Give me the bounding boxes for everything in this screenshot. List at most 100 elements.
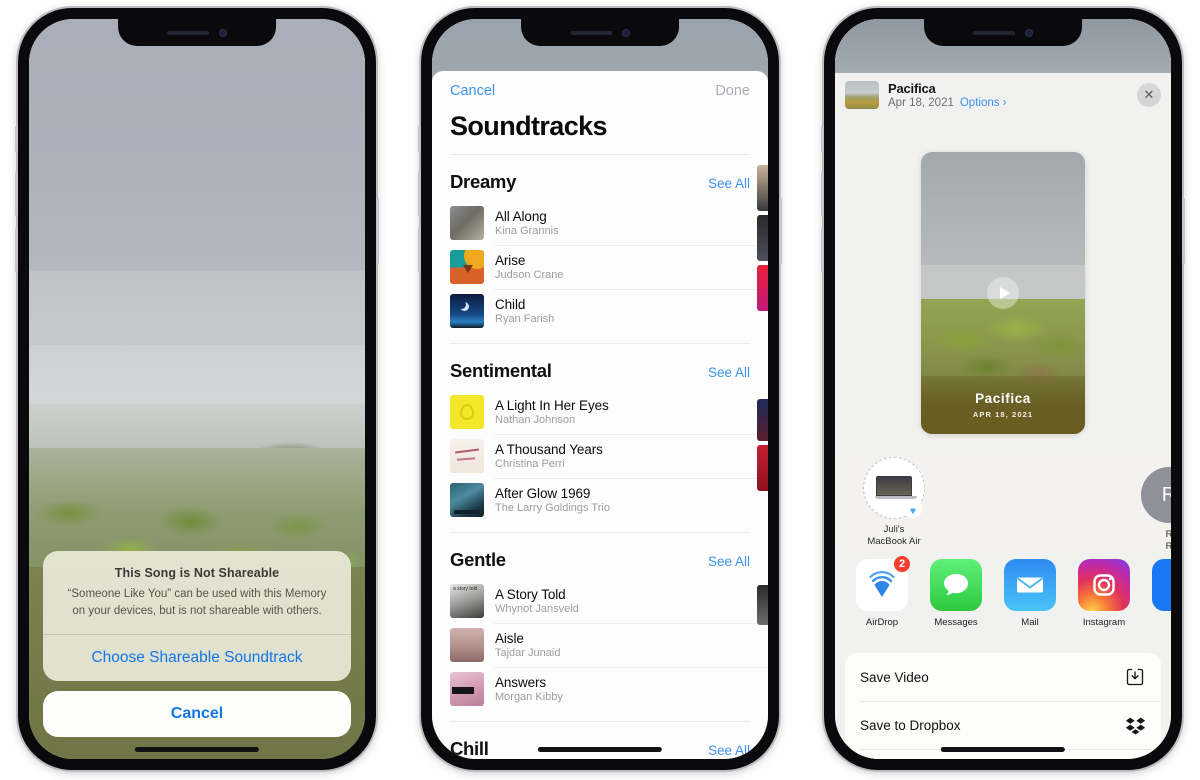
share-header-texts: Pacifica Apr 18, 2021 Options › <box>888 81 1007 109</box>
phone-3-frame: Pacifica Apr 18, 2021 Options › ✕ Pacifi… <box>821 8 1185 770</box>
share-app-messages[interactable]: Messages <box>927 559 985 641</box>
airdrop-target-partial[interactable]: R <box>1141 467 1171 523</box>
section-title: Sentimental <box>450 360 552 381</box>
messages-icon <box>930 559 982 611</box>
three-phone-screenshot: This Song is Not Shareable “Someone Like… <box>0 0 1200 780</box>
song-meta: After Glow 1969 The Larry Goldings Trio <box>495 483 610 517</box>
song-title: Child <box>495 297 526 312</box>
close-icon[interactable]: ✕ <box>1137 83 1161 107</box>
home-indicator <box>134 747 260 752</box>
carousel-peek-thumb[interactable] <box>757 585 768 625</box>
airdrop-target[interactable]: Juli's MacBook Air <box>853 457 935 548</box>
airdrop-owner: Juli's <box>883 524 905 535</box>
cancel-button[interactable]: Cancel <box>450 83 495 99</box>
preview-title: Pacifica <box>975 391 1031 406</box>
front-camera <box>1025 28 1033 37</box>
airdrop-target-label: Juli's MacBook Air <box>853 524 935 548</box>
mail-icon <box>1004 559 1056 611</box>
song-row[interactable]: All Along Kina Grannis <box>432 201 768 245</box>
airdrop-device: MacBook Air <box>867 535 921 547</box>
mute-switch[interactable] <box>418 126 421 152</box>
share-apps-row: 2 AirDrop Messages Mail Instagram <box>835 555 1171 641</box>
song-row[interactable]: a story told A Story Told Whynot Jansvel… <box>432 579 768 623</box>
album-art <box>450 439 484 473</box>
envelope-glyph <box>1017 577 1043 593</box>
action-save-to-dropbox[interactable]: Save to Dropbox <box>845 701 1161 749</box>
song-meta: A Thousand Years Christina Perri <box>495 439 603 473</box>
see-all-button[interactable]: See All <box>708 743 750 758</box>
song-row[interactable]: Child Ryan Farish <box>432 289 768 333</box>
facebook-icon <box>1152 559 1171 611</box>
power-button[interactable] <box>1182 198 1185 264</box>
done-button[interactable]: Done <box>715 83 750 99</box>
power-button[interactable] <box>376 198 379 264</box>
song-row[interactable]: Aisle Tajdar Junaid <box>432 623 768 667</box>
power-button[interactable] <box>779 198 782 264</box>
mute-switch[interactable] <box>821 126 824 152</box>
airdrop-target-partial-label: R R <box>1145 529 1171 553</box>
song-artist: The Larry Goldings Trio <box>495 502 610 514</box>
facebook-glyph <box>1163 570 1171 600</box>
carousel-peek-thumb[interactable] <box>757 165 768 211</box>
alert-cancel-button[interactable]: Cancel <box>43 691 351 737</box>
song-artist: Kina Grannis <box>495 225 559 237</box>
preview-date: APR 18, 2021 <box>972 410 1034 419</box>
choose-shareable-soundtrack-button[interactable]: Choose Shareable Soundtrack <box>43 635 351 681</box>
app-label: Fa <box>1149 617 1171 628</box>
share-app-instagram[interactable]: Instagram <box>1075 559 1133 641</box>
song-row[interactable]: Answers Morgan Kibby <box>432 667 768 711</box>
share-app-facebook[interactable]: Fa <box>1149 559 1171 641</box>
volume-down-button[interactable] <box>418 228 421 272</box>
action-save-video[interactable]: Save Video <box>845 653 1161 701</box>
share-app-airdrop[interactable]: 2 AirDrop <box>853 555 911 641</box>
song-artist: Christina Perri <box>495 458 565 470</box>
page-title: Soundtracks <box>450 111 608 141</box>
partial-line-1: R <box>1165 529 1171 540</box>
volume-down-button[interactable] <box>821 228 824 272</box>
volume-up-button[interactable] <box>821 172 824 216</box>
mute-switch[interactable] <box>15 126 18 152</box>
song-row[interactable]: After Glow 1969 The Larry Goldings Trio <box>432 478 768 522</box>
share-subtitle: Apr 18, 2021 Options › <box>888 97 1007 109</box>
song-row[interactable]: A Thousand Years Christina Perri <box>432 434 768 478</box>
volume-down-button[interactable] <box>15 228 18 272</box>
earpiece-speaker <box>167 30 209 35</box>
phone-2-screen: Cancel Done Soundtracks Dreamy See All A… <box>432 19 768 759</box>
song-row[interactable]: Arise Judson Crane <box>432 245 768 289</box>
preview-caption: Pacifica APR 18, 2021 <box>921 376 1085 434</box>
carousel-peek-thumb[interactable] <box>757 445 768 491</box>
app-label: Mail <box>1021 617 1039 628</box>
section-header: Dreamy See All <box>432 155 768 201</box>
airdrop-targets-row: Juli's MacBook Air R R R <box>835 451 1171 553</box>
song-title: After Glow 1969 <box>495 486 591 501</box>
speech-bubble-glyph <box>944 574 968 596</box>
song-row[interactable]: A Light In Her Eyes Nathan Johnson <box>432 390 768 434</box>
volume-up-button[interactable] <box>15 172 18 216</box>
share-app-mail[interactable]: Mail <box>1001 559 1059 641</box>
options-button[interactable]: Options › <box>960 97 1007 109</box>
memory-video-preview[interactable]: Pacifica APR 18, 2021 <box>921 152 1085 434</box>
see-all-button[interactable]: See All <box>708 365 750 380</box>
song-meta: Aisle Tajdar Junaid <box>495 628 560 662</box>
section-chill: Chill See All <box>432 722 768 759</box>
album-art <box>450 250 484 284</box>
partial-line-2: R <box>1165 540 1171 552</box>
macbook-screen <box>876 476 912 496</box>
volume-up-button[interactable] <box>418 172 421 216</box>
album-art <box>450 206 484 240</box>
download-tray-glyph <box>1126 668 1144 686</box>
carousel-peek-thumb[interactable] <box>757 265 768 311</box>
song-meta: A Story Told Whynot Jansveld <box>495 584 579 618</box>
airdrop-badge-icon <box>903 499 922 518</box>
album-art <box>450 628 484 662</box>
phone-3-screen: Pacifica Apr 18, 2021 Options › ✕ Pacifi… <box>835 19 1171 759</box>
carousel-peek-thumb[interactable] <box>757 215 768 261</box>
album-art <box>450 483 484 517</box>
carousel-peek-thumb[interactable] <box>757 399 768 441</box>
see-all-button[interactable]: See All <box>708 176 750 191</box>
app-label: AirDrop <box>865 617 899 628</box>
see-all-button[interactable]: See All <box>708 554 750 569</box>
play-icon[interactable] <box>987 277 1019 309</box>
phone-1-screen: This Song is Not Shareable “Someone Like… <box>29 19 365 759</box>
action-label: Save to Dropbox <box>860 717 961 733</box>
